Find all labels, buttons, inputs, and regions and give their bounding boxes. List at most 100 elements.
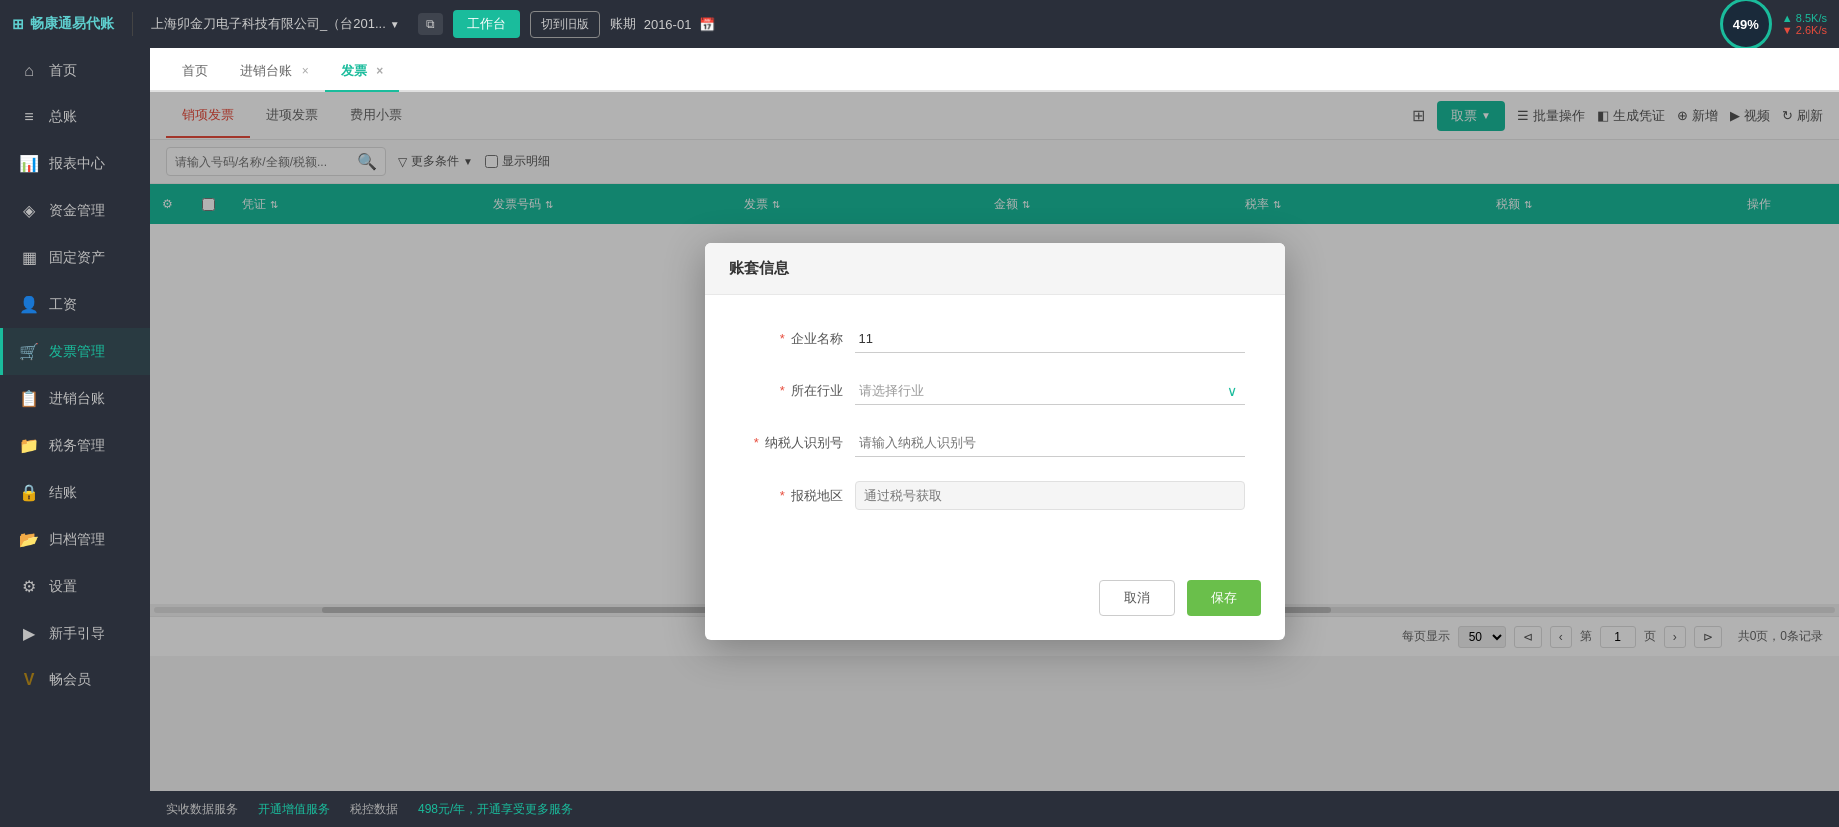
company-name-input[interactable]	[855, 325, 1245, 353]
calendar-icon[interactable]: 📅	[699, 17, 715, 32]
sidebar-item-salary[interactable]: 👤 工资	[0, 281, 150, 328]
tax-region-label-text: 报税地区	[791, 488, 843, 503]
tab-sales-ledger[interactable]: 进销台账 ×	[224, 52, 325, 92]
industry-label: * 所在行业	[745, 382, 855, 400]
company-dropdown-icon: ▼	[390, 19, 400, 30]
app-name: 畅康通易代账	[30, 15, 114, 33]
inner-content: 销项发票 进项发票 费用小票 ⊞ 取票 ▼ ☰	[150, 92, 1839, 791]
tab-invoice-close-icon[interactable]: ×	[376, 64, 383, 78]
sidebar-label-home: 首页	[49, 62, 77, 80]
account-info-dialog: 账套信息 * 企业名称	[705, 243, 1285, 640]
upload-speed: ▲ 8.5K/s	[1782, 12, 1827, 24]
sidebar-item-close[interactable]: 🔒 结账	[0, 469, 150, 516]
form-row-tax-region: * 报税地区	[745, 481, 1245, 510]
cancel-button[interactable]: 取消	[1099, 580, 1175, 616]
assets-icon: ▦	[19, 248, 39, 267]
dialog-header: 账套信息	[705, 243, 1285, 295]
sidebar-item-settings[interactable]: ⚙ 设置	[0, 563, 150, 610]
company-name: 上海卯金刀电子科技有限公司_（台201...	[151, 15, 386, 33]
sidebar-label-ledger: 总账	[49, 108, 77, 126]
notice-text2: 税控数据	[350, 801, 398, 818]
sidebar-item-ledger[interactable]: ≡ 总账	[0, 94, 150, 140]
tax-id-label-text: 纳税人识别号	[765, 435, 843, 450]
home-icon: ⌂	[19, 62, 39, 80]
sidebar-item-reports[interactable]: 📊 报表中心	[0, 140, 150, 187]
topbar-icons: ⧉	[418, 13, 443, 35]
form-row-industry: * 所在行业 请选择行业 ∨	[745, 377, 1245, 405]
notice-link1[interactable]: 开通增值服务	[258, 801, 330, 818]
sidebar-label-reports: 报表中心	[49, 155, 105, 173]
main-layout: ⌂ 首页 ≡ 总账 📊 报表中心 ◈ 资金管理 ▦ 固定资产 👤 工资 🛒 发票…	[0, 48, 1839, 827]
sidebar-label-salary: 工资	[49, 296, 77, 314]
period-value: 2016-01	[644, 17, 692, 32]
tab-home[interactable]: 首页	[166, 52, 224, 92]
dialog-title: 账套信息	[729, 259, 789, 276]
period-display: 账期 2016-01 📅	[610, 15, 716, 33]
form-row-company: * 企业名称	[745, 325, 1245, 353]
settings-icon: ⚙	[19, 577, 39, 596]
topbar: ⊞ 畅康通易代账 上海卯金刀电子科技有限公司_（台201... ▼ ⧉ 工作台 …	[0, 0, 1839, 48]
sidebar: ⌂ 首页 ≡ 总账 📊 报表中心 ◈ 资金管理 ▦ 固定资产 👤 工资 🛒 发票…	[0, 48, 150, 827]
sidebar-item-guide[interactable]: ▶ 新手引导	[0, 610, 150, 657]
sidebar-label-tax: 税务管理	[49, 437, 105, 455]
tab-invoice[interactable]: 发票 ×	[325, 52, 400, 92]
invoice-icon: 🛒	[19, 342, 39, 361]
sidebar-item-home[interactable]: ⌂ 首页	[0, 48, 150, 94]
dialog-overlay: 账套信息 * 企业名称	[150, 92, 1839, 791]
tax-id-label: * 纳税人识别号	[745, 434, 855, 452]
sidebar-label-sales: 进销台账	[49, 390, 105, 408]
copy-icon-btn[interactable]: ⧉	[418, 13, 443, 35]
sidebar-label-guide: 新手引导	[49, 625, 105, 643]
tab-sales-close-icon[interactable]: ×	[302, 64, 309, 78]
workbench-button[interactable]: 工作台	[453, 10, 520, 38]
sales-icon: 📋	[19, 389, 39, 408]
content-area: 首页 进销台账 × 发票 × 销项发票 进项发票	[150, 48, 1839, 827]
sidebar-label-archive: 归档管理	[49, 531, 105, 549]
industry-label-text: 所在行业	[791, 383, 843, 398]
sidebar-item-member[interactable]: V 畅会员	[0, 657, 150, 703]
tab-invoice-label: 发票	[341, 63, 367, 78]
guide-icon: ▶	[19, 624, 39, 643]
company-name-label: * 企业名称	[745, 330, 855, 348]
tab-sales-label: 进销台账	[240, 63, 292, 78]
sidebar-item-tax[interactable]: 📁 税务管理	[0, 422, 150, 469]
required-star-taxid: *	[754, 435, 759, 450]
ledger-icon: ≡	[19, 108, 39, 126]
app-logo: ⊞ 畅康通易代账	[12, 15, 114, 33]
sidebar-item-sales[interactable]: 📋 进销台账	[0, 375, 150, 422]
notice-text1: 实收数据服务	[166, 801, 238, 818]
tax-id-input[interactable]	[855, 429, 1245, 457]
company-selector[interactable]: 上海卯金刀电子科技有限公司_（台201... ▼	[151, 15, 400, 33]
sidebar-item-archive[interactable]: 📂 归档管理	[0, 516, 150, 563]
required-star-company: *	[780, 331, 785, 346]
switch-old-button[interactable]: 切到旧版	[530, 11, 600, 38]
reports-icon: 📊	[19, 154, 39, 173]
notice-link2[interactable]: 498元/年，开通享受更多服务	[418, 801, 573, 818]
required-star-region: *	[780, 488, 785, 503]
sidebar-label-assets: 固定资产	[49, 249, 105, 267]
close-accounts-icon: 🔒	[19, 483, 39, 502]
sidebar-label-close: 结账	[49, 484, 77, 502]
sidebar-label-invoice: 发票管理	[49, 343, 105, 361]
sidebar-label-settings: 设置	[49, 578, 77, 596]
app-icon: ⊞	[12, 16, 24, 32]
required-star-industry: *	[780, 383, 785, 398]
sidebar-label-funds: 资金管理	[49, 202, 105, 220]
speed-info: ▲ 8.5K/s ▼ 2.6K/s	[1782, 12, 1827, 36]
speed-gauge: 49%	[1720, 0, 1772, 50]
sidebar-item-invoice[interactable]: 🛒 发票管理	[0, 328, 150, 375]
tax-icon: 📁	[19, 436, 39, 455]
industry-select[interactable]: 请选择行业	[855, 377, 1245, 404]
form-row-tax-id: * 纳税人识别号	[745, 429, 1245, 457]
sidebar-item-assets[interactable]: ▦ 固定资产	[0, 234, 150, 281]
member-icon: V	[19, 671, 39, 689]
save-button[interactable]: 保存	[1187, 580, 1261, 616]
tab-home-label: 首页	[182, 63, 208, 78]
bottom-notice: 实收数据服务 开通增值服务 税控数据 498元/年，开通享受更多服务	[150, 791, 1839, 827]
tab-bar: 首页 进销台账 × 发票 ×	[150, 48, 1839, 92]
industry-select-wrap: 请选择行业 ∨	[855, 377, 1245, 405]
sidebar-item-funds[interactable]: ◈ 资金管理	[0, 187, 150, 234]
company-label-text: 企业名称	[791, 331, 843, 346]
salary-icon: 👤	[19, 295, 39, 314]
dialog-body: * 企业名称 * 所在行业	[705, 295, 1285, 564]
